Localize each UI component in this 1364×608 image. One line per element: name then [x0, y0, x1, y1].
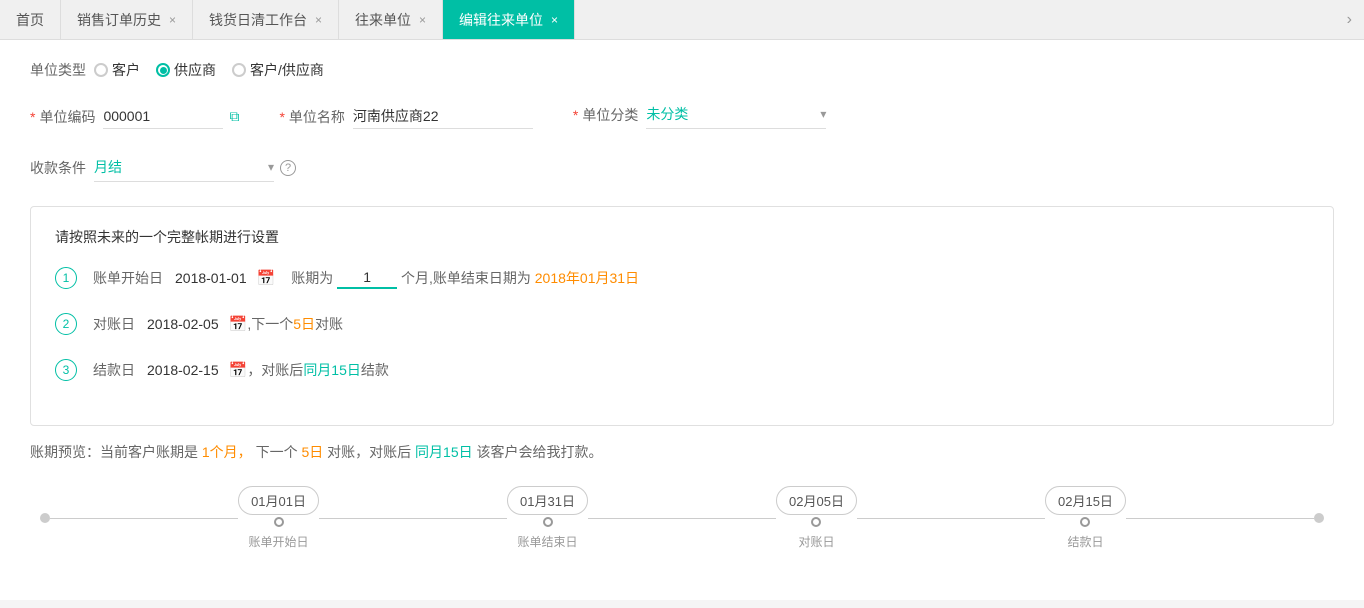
timeline-line-4 — [857, 518, 1045, 519]
timeline-end-dot — [1314, 513, 1324, 523]
unit-code-input[interactable] — [103, 104, 223, 129]
timeline-label-1: 账单开始日 — [249, 533, 309, 550]
calendar-icon-2[interactable]: 📅 — [229, 315, 248, 333]
step3-highlight: 同月15日 — [303, 360, 361, 380]
close-icon[interactable]: × — [169, 13, 176, 27]
required-star-category: * — [573, 107, 578, 123]
period-input[interactable] — [337, 267, 397, 289]
timeline-date-2: 01月31日 — [507, 486, 588, 515]
timeline-date-1: 01月01日 — [238, 486, 319, 515]
step2-num: 2 — [55, 313, 77, 335]
step3-label: 结款日 — [93, 360, 135, 380]
unit-name-label: 单位名称 — [289, 107, 345, 127]
timeline-node-2: 01月31日 账单结束日 — [507, 486, 588, 550]
preview-highlight2: 5日 — [301, 444, 323, 460]
step1-period-after: 个月,账单结束日期为 — [397, 268, 535, 288]
copy-icon[interactable]: ⧉ — [229, 108, 239, 125]
timeline-date-4: 02月15日 — [1045, 486, 1126, 515]
unit-code-label: 单位编码 — [39, 107, 95, 127]
tab-cash-work[interactable]: 钱货日清工作台 × — [193, 0, 339, 39]
required-star-code: * — [30, 109, 35, 125]
payment-terms-row: 收款条件 月结 ▾ ? — [30, 153, 1334, 182]
chevron-down-icon-payment: ▾ — [268, 160, 274, 174]
timeline-node-4: 02月15日 结款日 — [1045, 486, 1126, 550]
unit-type-row: 单位类型 客户 供应商 客户/供应商 — [30, 60, 1334, 80]
timeline-dot-4 — [1080, 517, 1090, 527]
step1-label: 账单开始日 — [93, 268, 163, 288]
tab-expand-icon[interactable]: › — [1335, 11, 1364, 29]
step2-label: 对账日 — [93, 314, 135, 334]
radio-circle-both — [232, 63, 246, 77]
step3-desc-after: 结款 — [361, 360, 389, 380]
tab-sales-history[interactable]: 销售订单历史 × — [61, 0, 193, 39]
timeline-label-4: 结款日 — [1067, 533, 1103, 550]
step1-date: 2018-01-01 — [175, 270, 247, 286]
preview-highlight1: 1个月， — [202, 444, 252, 460]
radio-both[interactable]: 客户/供应商 — [232, 60, 324, 80]
step2-highlight: 5日 — [293, 314, 315, 334]
settings-title: 请按照未来的一个完整帐期进行设置 — [55, 227, 1309, 247]
timeline-start-dot — [40, 513, 50, 523]
radio-supplier[interactable]: 供应商 — [156, 60, 216, 80]
help-icon[interactable]: ? — [280, 160, 296, 176]
timeline-node-1: 01月01日 账单开始日 — [238, 486, 319, 550]
tab-partner[interactable]: 往来单位 × — [339, 0, 443, 39]
preview-text: 账期预览：当前客户账期是 1个月， 下一个 5日 对账，对账后 同月15日 该客… — [30, 442, 1334, 462]
timeline-dot-2 — [543, 517, 553, 527]
step1-row: 1 账单开始日 2018-01-01 📅 账期为 个月,账单结束日期为 2018… — [55, 267, 1309, 289]
timeline-label-2: 账单结束日 — [518, 533, 578, 550]
unit-type-label: 单位类型 — [30, 60, 86, 80]
chevron-down-icon: ▾ — [820, 107, 826, 121]
payment-terms-label: 收款条件 — [30, 158, 86, 178]
unit-name-input[interactable] — [353, 104, 533, 129]
radio-circle-customer — [94, 63, 108, 77]
timeline: 01月01日 账单开始日 01月31日 账单结束日 02月05日 对账日 02月… — [30, 486, 1334, 550]
calendar-icon-3[interactable]: 📅 — [229, 361, 248, 379]
calendar-icon-1[interactable]: 📅 — [257, 269, 276, 287]
close-icon[interactable]: × — [419, 13, 426, 27]
unit-info-row: * 单位编码 ⧉ * 单位名称 * 单位分类 未分类 ▾ — [30, 100, 1334, 129]
timeline-dot-1 — [274, 517, 284, 527]
timeline-line-3 — [588, 518, 776, 519]
step3-date: 2018-02-15 — [147, 362, 219, 378]
payment-terms-value: 月结 — [94, 157, 264, 177]
tab-home[interactable]: 首页 — [0, 0, 61, 39]
unit-category-label: 单位分类 — [582, 105, 638, 125]
timeline-node-3: 02月05日 对账日 — [776, 486, 857, 550]
tab-bar: 首页 销售订单历史 × 钱货日清工作台 × 往来单位 × 编辑往来单位 × › — [0, 0, 1364, 40]
required-star-name: * — [279, 109, 284, 125]
timeline-dot-3 — [811, 517, 821, 527]
radio-group: 客户 供应商 客户/供应商 — [94, 60, 324, 80]
step1-period-label: 账期为 — [287, 268, 337, 288]
step2-row: 2 对账日 2018-02-05 📅 ,下一个 5日 对账 — [55, 313, 1309, 335]
unit-category-dropdown[interactable]: 未分类 ▾ — [646, 100, 826, 129]
timeline-line-5 — [1126, 518, 1314, 519]
timeline-line-2 — [319, 518, 507, 519]
step2-desc-after: 对账 — [315, 314, 343, 334]
step3-desc-before: ，对账后 — [247, 360, 303, 380]
step3-row: 3 结款日 2018-02-15 📅 ，对账后 同月15日 结款 — [55, 359, 1309, 381]
step2-desc-before: ,下一个 — [247, 314, 293, 334]
preview-highlight3: 同月15日 — [415, 444, 473, 460]
timeline-date-3: 02月05日 — [776, 486, 857, 515]
tab-edit-partner[interactable]: 编辑往来单位 × — [443, 0, 575, 39]
close-icon[interactable]: × — [551, 13, 558, 27]
step1-end-date: 2018年01月31日 — [535, 268, 639, 288]
radio-customer[interactable]: 客户 — [94, 60, 140, 80]
timeline-label-3: 对账日 — [798, 533, 834, 550]
step1-num: 1 — [55, 267, 77, 289]
step3-num: 3 — [55, 359, 77, 381]
payment-terms-dropdown[interactable]: 月结 ▾ — [94, 153, 274, 182]
step2-date: 2018-02-05 — [147, 316, 219, 332]
radio-circle-supplier — [156, 63, 170, 77]
settings-box: 请按照未来的一个完整帐期进行设置 1 账单开始日 2018-01-01 📅 账期… — [30, 206, 1334, 426]
main-content: 单位类型 客户 供应商 客户/供应商 * 单位编码 ⧉ — [0, 40, 1364, 600]
unit-category-value: 未分类 — [646, 104, 816, 124]
timeline-line-1 — [50, 518, 238, 519]
close-icon[interactable]: × — [315, 13, 322, 27]
